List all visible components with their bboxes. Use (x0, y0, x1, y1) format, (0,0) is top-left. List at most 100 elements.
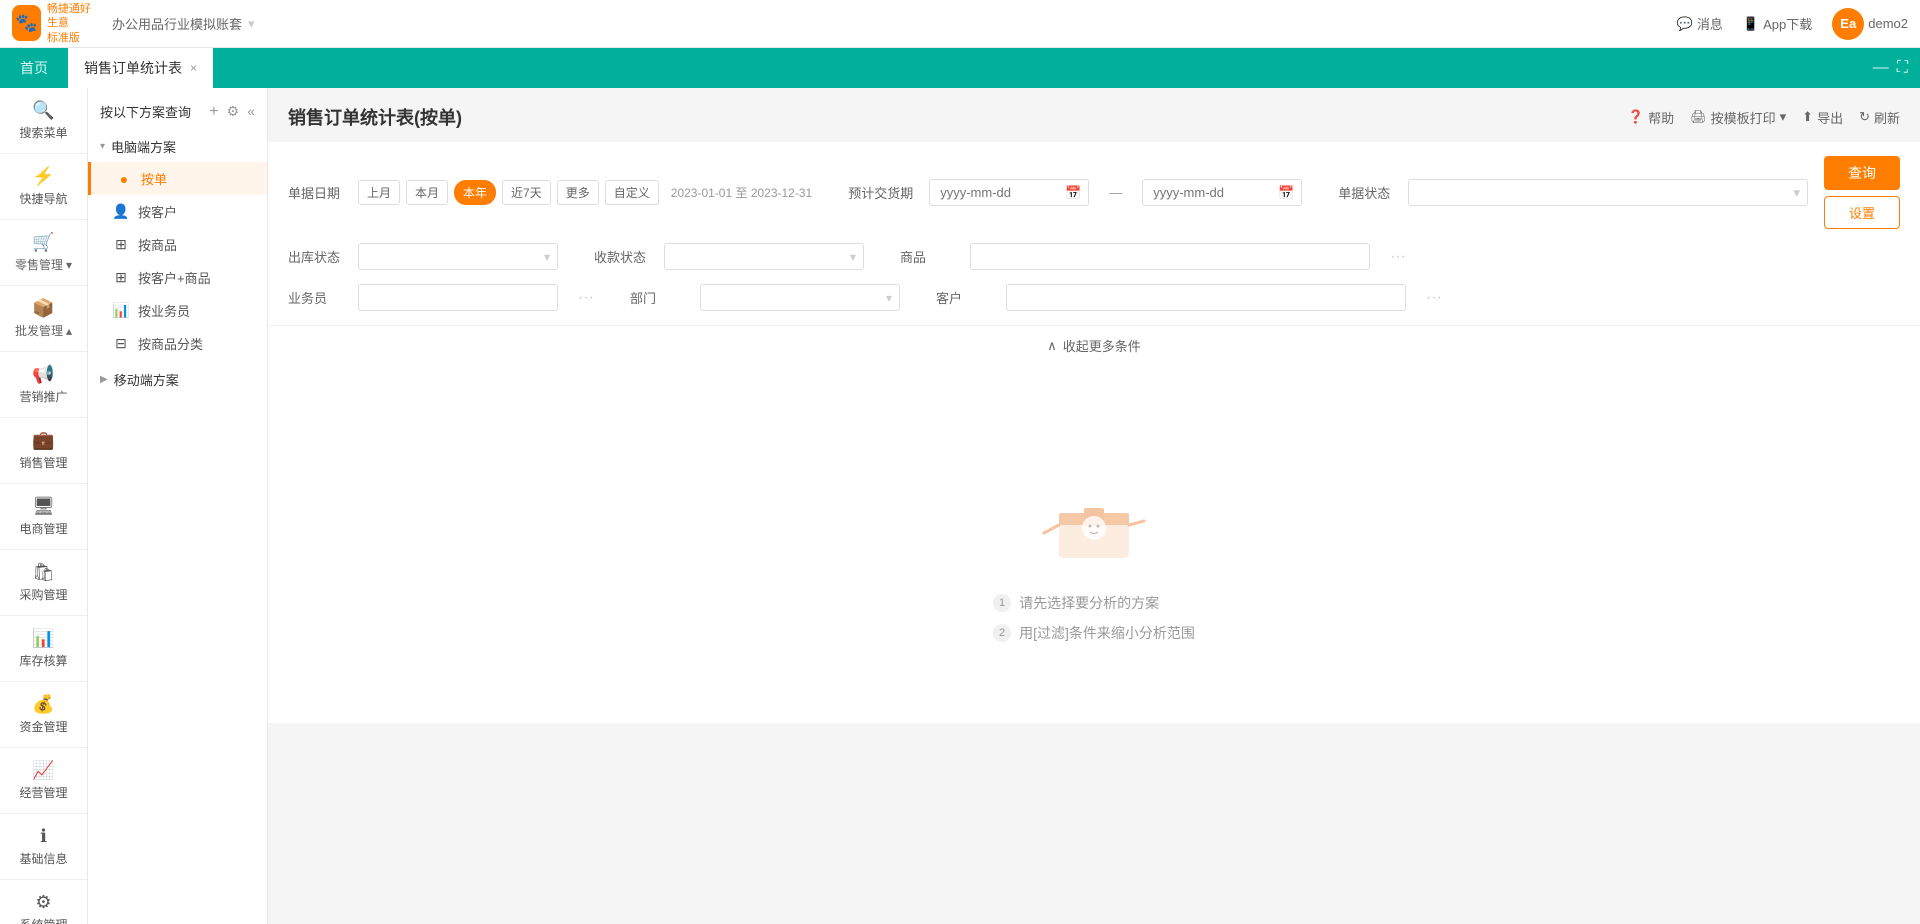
sidebar-item-system[interactable]: ⚙ 系统管理 (0, 880, 87, 924)
add-scheme-button[interactable]: + (209, 103, 218, 121)
top-bar: 🐾 畅捷通好生意 标准版 办公用品行业模拟账套 ▾ 💬 消息 📱 App下载 E… (0, 0, 1920, 48)
sidebar-item-quick-nav[interactable]: ⚡ 快捷导航 (0, 154, 87, 220)
sidebar-item-inventory[interactable]: 📊 库存核算 (0, 616, 87, 682)
main-layout: 🔍 搜索菜单 ⚡ 快捷导航 🛒 零售管理 ▾ 📦 批发管理 ▴ 📢 营销推广 (0, 88, 1920, 924)
last-month-btn[interactable]: 上月 (358, 180, 400, 205)
sidebar-item-sales[interactable]: 💼 销售管理 (0, 418, 87, 484)
sidebar-item-finance[interactable]: 💰 资金管理 (0, 682, 87, 748)
collapse-bar[interactable]: ∧ 收起更多条件 (268, 325, 1920, 365)
scheme-item-by-goods-category[interactable]: ⊟ 按商品分类 (88, 327, 267, 360)
content-area: 销售订单统计表(按单) ❓ 帮助 🖨 按模板打印 ▾ ⬆ 导出 (268, 88, 1920, 924)
doc-status-select[interactable] (1408, 179, 1808, 206)
tab-home[interactable]: 首页 (0, 48, 68, 88)
minimize-icon[interactable]: — (1873, 59, 1889, 77)
customer-more-icon[interactable]: ··· (1426, 289, 1442, 307)
tab-bar: 首页 销售订单统计表 × — ⛶ (0, 48, 1920, 88)
collapse-panel-button[interactable]: « (247, 103, 255, 121)
goods-label: 商品 (900, 247, 954, 266)
query-button[interactable]: 查询 (1824, 156, 1900, 190)
expected-date-end-input[interactable] (1142, 179, 1302, 206)
page-actions: ❓ 帮助 🖨 按模板打印 ▾ ⬆ 导出 ↻ 刷新 (1628, 108, 1900, 127)
dept-select[interactable] (700, 284, 900, 311)
sidebar-item-purchase[interactable]: 🛍 采购管理 (0, 550, 87, 616)
by-order-icon: ● (115, 170, 133, 188)
by-customer-goods-icon: ⊞ (112, 269, 130, 287)
purchase-icon: 🛍 (32, 562, 55, 583)
delivery-status-select[interactable] (358, 243, 558, 270)
inventory-icon: 📊 (32, 628, 54, 649)
collection-status-wrap (664, 243, 864, 270)
customer-label: 客户 (936, 288, 990, 307)
scheme-item-by-goods[interactable]: ⊞ 按商品 (88, 228, 267, 261)
date-range-text: 2023-01-01 至 2023-12-31 (671, 184, 812, 201)
scheme-item-by-customer[interactable]: 👤 按客户 (88, 195, 267, 228)
basic-info-icon: ℹ (40, 826, 47, 847)
mobile-scheme-title[interactable]: ▶ 移动端方案 (88, 364, 267, 395)
expected-date-start-input[interactable] (929, 179, 1089, 206)
user-menu[interactable]: Ea demo2 (1832, 8, 1908, 40)
finance-icon: 💰 (32, 694, 54, 715)
setting-button[interactable]: 设置 (1824, 196, 1900, 229)
message-icon: 💬 (1677, 16, 1693, 32)
tab-close-button[interactable]: × (190, 61, 197, 75)
sidebar-item-retail[interactable]: 🛒 零售管理 ▾ (0, 220, 87, 286)
sidebar-item-search-menu[interactable]: 🔍 搜索菜单 (0, 88, 87, 154)
message-button[interactable]: 💬 消息 (1677, 14, 1723, 33)
collection-status-select[interactable] (664, 243, 864, 270)
by-customer-icon: 👤 (112, 203, 130, 221)
sidebar-item-operations[interactable]: 📈 经营管理 (0, 748, 87, 814)
help-icon: ❓ (1628, 109, 1644, 125)
dept-wrap (700, 284, 900, 311)
mobile-scheme-group: ▶ 移动端方案 (88, 364, 267, 395)
scheme-item-by-order[interactable]: ● 按单 (88, 162, 267, 195)
last-7-days-btn[interactable]: 近7天 (502, 180, 551, 205)
left-panel-header: 按以下方案查询 + ⚙ « (88, 96, 267, 127)
setting-scheme-button[interactable]: ⚙ (227, 103, 240, 121)
by-salesperson-icon: 📊 (112, 302, 130, 320)
help-button[interactable]: ❓ 帮助 (1628, 108, 1674, 127)
logo-text: 畅捷通好生意 标准版 (47, 2, 100, 45)
delivery-status-label: 出库状态 (288, 247, 342, 266)
left-panel-actions: + ⚙ « (209, 103, 255, 121)
scheme-item-by-customer-goods[interactable]: ⊞ 按客户+商品 (88, 261, 267, 294)
filter-section: 单据日期 上月 本月 本年 近7天 更多 自定义 2023-01-01 至 20… (268, 142, 1920, 723)
action-buttons: 查询 设置 (1824, 156, 1900, 229)
dept-label: 部门 (630, 288, 684, 307)
scheme-item-by-salesperson[interactable]: 📊 按业务员 (88, 294, 267, 327)
print-arrow-icon: ▾ (1780, 109, 1787, 125)
salesperson-more-icon[interactable]: ··· (578, 289, 594, 307)
sidebar-item-wholesale[interactable]: 📦 批发管理 ▴ (0, 286, 87, 352)
logo-icon: 🐾 (12, 5, 41, 41)
pc-scheme-title[interactable]: ▾ 电脑端方案 (88, 131, 267, 162)
by-goods-category-icon: ⊟ (112, 335, 130, 353)
sidebar-item-marketing[interactable]: 📢 营销推广 (0, 352, 87, 418)
export-button[interactable]: ⬆ 导出 (1802, 108, 1843, 127)
salesperson-input[interactable] (358, 284, 558, 311)
system-icon: ⚙ (35, 892, 51, 913)
app-download-button[interactable]: 📱 App下载 (1743, 14, 1812, 33)
more-btn[interactable]: 更多 (557, 180, 599, 205)
this-year-btn[interactable]: 本年 (454, 180, 496, 205)
collection-status-label: 收款状态 (594, 247, 648, 266)
empty-state: 1 请先选择要分析的方案 2 用[过滤]条件来缩小分析范围 (268, 373, 1920, 723)
sidebar-item-basic-info[interactable]: ℹ 基础信息 (0, 814, 87, 880)
sidebar-item-ecommerce[interactable]: 🖥 电商管理 (0, 484, 87, 550)
custom-btn[interactable]: 自定义 (605, 180, 659, 205)
this-month-btn[interactable]: 本月 (406, 180, 448, 205)
expected-date-start-wrap: 📅 (929, 179, 1089, 206)
filter-row-2: 出库状态 收款状态 商品 (288, 243, 1900, 270)
content-wrapper: 销售订单统计表(按单) ❓ 帮助 🖨 按模板打印 ▾ ⬆ 导出 (268, 88, 1920, 924)
maximize-icon[interactable]: ⛶ (1897, 59, 1908, 77)
customer-input[interactable] (1006, 284, 1406, 311)
goods-more-icon[interactable]: ··· (1390, 248, 1406, 266)
empty-illustration (1034, 453, 1154, 573)
goods-input[interactable] (970, 243, 1370, 270)
template-print-button[interactable]: 🖨 按模板打印 ▾ (1690, 108, 1786, 127)
left-panel-title: 按以下方案查询 (100, 102, 191, 121)
refresh-button[interactable]: ↻ 刷新 (1859, 108, 1900, 127)
tab-active[interactable]: 销售订单统计表 × (68, 48, 213, 88)
by-goods-icon: ⊞ (112, 236, 130, 254)
refresh-icon: ↻ (1859, 109, 1870, 125)
wholesale-icon: 📦 (32, 298, 54, 319)
breadcrumb-arrow: ▾ (248, 16, 255, 32)
